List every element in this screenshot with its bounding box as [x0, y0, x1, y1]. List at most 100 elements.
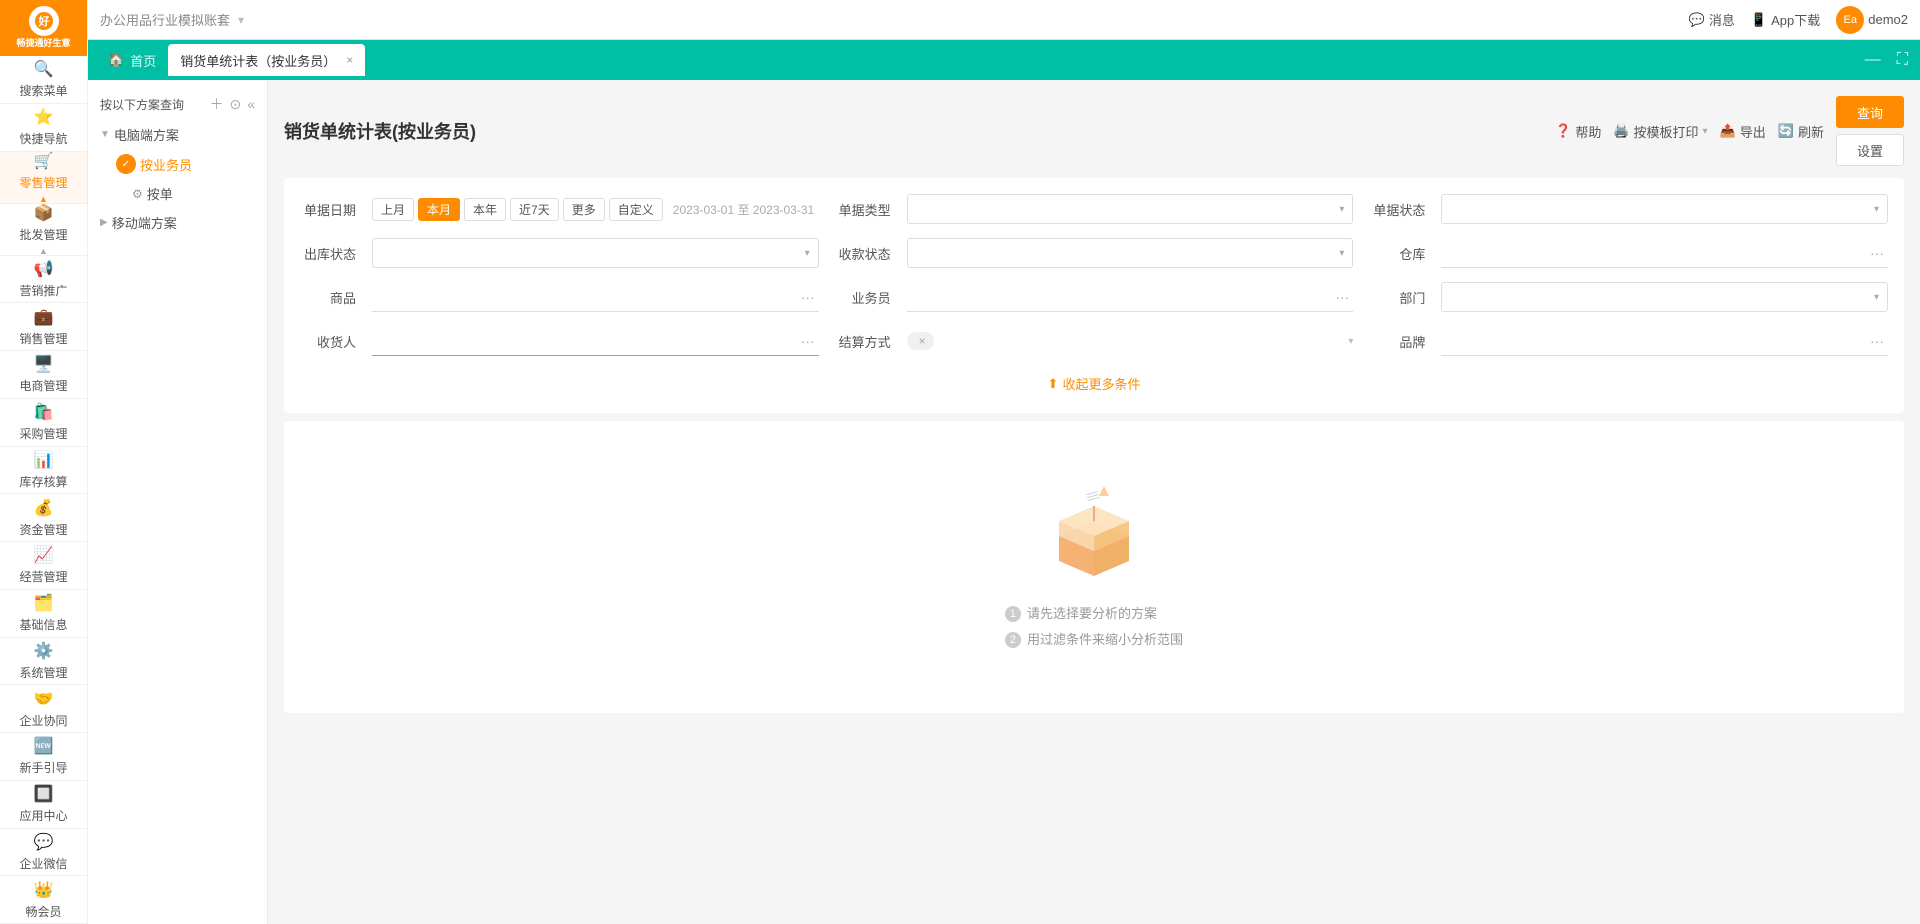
- goods-input[interactable]: ···: [372, 282, 819, 312]
- settlement-label: 结算方式: [835, 332, 891, 351]
- sidebar-item-purchase[interactable]: 🛍️ 采购管理: [0, 399, 88, 447]
- collapse-panel-btn[interactable]: «: [247, 96, 255, 112]
- inventory-icon: 📊: [34, 450, 54, 470]
- message-label: 消息: [1709, 10, 1735, 29]
- payment-status-select[interactable]: ▾: [907, 238, 1354, 268]
- app-download-label: App下载: [1771, 10, 1820, 29]
- query-button[interactable]: 查询: [1836, 96, 1904, 128]
- date-year-btn[interactable]: 本年: [464, 198, 506, 221]
- sidebar-item-ecom[interactable]: 🖥️ 电商管理: [0, 351, 88, 399]
- export-icon: 📤: [1720, 123, 1736, 139]
- brand-dots[interactable]: ···: [1870, 333, 1884, 349]
- topbar-right: 💬 消息 📱 App下载 Ea demo2: [1689, 6, 1908, 34]
- filter-section: 单据日期 上月 本月 本年 近7天 更多 自定义 2023-03-01 至 20…: [284, 178, 1904, 413]
- salesperson-col: ···: [907, 282, 1354, 312]
- tree-item-single[interactable]: ⚙ 按单: [88, 179, 267, 208]
- sidebar-item-sales[interactable]: 💼 销售管理: [0, 303, 88, 351]
- refresh-label: 刷新: [1798, 122, 1824, 141]
- marketing-icon: 📢: [34, 259, 54, 279]
- sidebar-item-search[interactable]: 🔍 搜索菜单: [0, 56, 88, 104]
- sidebar: 好 畅捷通好生意 🔍 搜索菜单 ⭐ 快捷导航 🛒 零售管理 ▲ 📦 批发管理 ▲…: [0, 0, 88, 924]
- sidebar-item-inventory[interactable]: 📊 库存核算: [0, 447, 88, 495]
- brand-input[interactable]: ···: [1441, 326, 1888, 356]
- tab-sales-report[interactable]: 销货单统计表（按业务员） ×: [168, 44, 365, 76]
- dept-arrow: ▾: [1874, 292, 1879, 303]
- doc-type-label: 单据类型: [835, 200, 891, 219]
- date-buttons: 上月 本月 本年 近7天 更多 自定义 2023-03-01 至 2023-03…: [372, 198, 814, 221]
- date-more-btn[interactable]: 更多: [563, 198, 605, 221]
- tab-close-btn[interactable]: ×: [346, 53, 353, 67]
- tab-home[interactable]: 🏠 首页: [96, 44, 168, 76]
- sidebar-item-retail[interactable]: 🛒 零售管理 ▲: [0, 152, 88, 204]
- tree-pc-label: 电脑端方案: [114, 125, 179, 144]
- date-week-btn[interactable]: 近7天: [510, 198, 559, 221]
- help-btn[interactable]: ❓ 帮助: [1555, 122, 1601, 141]
- doc-type-select[interactable]: ▾: [907, 194, 1354, 224]
- maximize-btn[interactable]: ⛶: [1893, 47, 1912, 73]
- wechat-icon: 💬: [34, 832, 54, 852]
- salesperson-input[interactable]: ···: [907, 282, 1354, 312]
- sidebar-item-wholesale[interactable]: 📦 批发管理 ▲: [0, 204, 88, 256]
- sidebar-item-purchase-label: 采购管理: [19, 425, 67, 442]
- sidebar-item-inventory-label: 库存核算: [19, 473, 67, 490]
- sidebar-item-apps[interactable]: 🔲 应用中心: [0, 781, 88, 829]
- warehouse-input[interactable]: ···: [1441, 238, 1888, 268]
- print-btn[interactable]: 🖨️ 按模板打印 ▾: [1613, 122, 1707, 141]
- consignee-input[interactable]: ···: [372, 326, 819, 356]
- wholesale-icon: 📦: [34, 203, 54, 223]
- consignee-col: ···: [372, 326, 819, 356]
- sidebar-item-operation[interactable]: 📈 经营管理: [0, 542, 88, 590]
- user-menu[interactable]: Ea demo2: [1836, 6, 1908, 34]
- add-scheme-btn[interactable]: ＋: [209, 94, 223, 114]
- sidebar-item-basic[interactable]: 🗂️ 基础信息: [0, 590, 88, 638]
- sidebar-item-quick-nav[interactable]: ⭐ 快捷导航: [0, 104, 88, 152]
- date-curr-btn[interactable]: 本月: [418, 198, 460, 221]
- date-prev-btn[interactable]: 上月: [372, 198, 414, 221]
- sidebar-item-newuser[interactable]: 🆕 新手引导: [0, 733, 88, 781]
- svg-text:好: 好: [37, 14, 49, 28]
- stock-status-select[interactable]: ▾: [372, 238, 819, 268]
- tree-item-salesperson[interactable]: ✓ 按业务员: [88, 149, 267, 179]
- tip-text-2: 用过滤条件来缩小分析范围: [1027, 627, 1183, 653]
- basic-icon: 🗂️: [34, 593, 54, 613]
- sidebar-item-newuser-label: 新手引导: [19, 759, 67, 776]
- message-btn[interactable]: 💬 消息: [1689, 10, 1735, 29]
- topbar-dropdown-arrow[interactable]: ▾: [238, 13, 244, 27]
- right-panel: 销货单统计表(按业务员) ❓ 帮助 🖨️ 按模板打印 ▾ 📤 导出: [268, 80, 1920, 924]
- refresh-btn[interactable]: 🔄 刷新: [1778, 122, 1824, 141]
- settings-button[interactable]: 设置: [1836, 134, 1904, 166]
- tree-mobile-section[interactable]: ▶ 移动端方案: [88, 208, 267, 237]
- warehouse-dots[interactable]: ···: [1870, 245, 1884, 261]
- consignee-dots[interactable]: ···: [801, 333, 815, 349]
- sidebar-item-marketing[interactable]: 📢 营销推广: [0, 256, 88, 304]
- tree-pc-section[interactable]: ▼ 电脑端方案: [88, 120, 267, 149]
- single-icon: ⚙: [132, 187, 143, 201]
- sidebar-item-finance-label: 资金管理: [19, 521, 67, 538]
- sidebar-item-enterprise[interactable]: 🤝 企业协同: [0, 685, 88, 733]
- username: demo2: [1868, 12, 1908, 27]
- settlement-tag-close[interactable]: ×: [919, 334, 926, 348]
- goods-dots[interactable]: ···: [801, 289, 815, 305]
- salesperson-dots[interactable]: ···: [1335, 289, 1349, 305]
- minimize-btn[interactable]: —: [1861, 47, 1885, 73]
- tip-num-1: 1: [1005, 606, 1021, 622]
- dept-select[interactable]: ▾: [1441, 282, 1888, 312]
- sidebar-item-wechat[interactable]: 💬 企业微信: [0, 829, 88, 877]
- date-custom-btn[interactable]: 自定义: [609, 198, 663, 221]
- sidebar-item-retail-label: 零售管理: [19, 174, 67, 191]
- export-btn[interactable]: 📤 导出: [1720, 122, 1766, 141]
- user-avatar: Ea: [1836, 6, 1864, 34]
- sidebar-item-finance[interactable]: 💰 资金管理: [0, 494, 88, 542]
- collapse-btn[interactable]: ⬆ 收起更多条件: [1036, 370, 1153, 397]
- empty-state: 1 请先选择要分析的方案 2 用过滤条件来缩小分析范围: [284, 421, 1904, 713]
- goods-col: ···: [372, 282, 819, 312]
- quick-nav-icon: ⭐: [34, 107, 54, 127]
- page-title: 销货单统计表(按业务员): [284, 118, 476, 144]
- collapse-row: ⬆ 收起更多条件: [300, 370, 1888, 397]
- edit-scheme-btn[interactable]: ⊙: [229, 96, 241, 113]
- sidebar-item-member[interactable]: 👑 畅会员: [0, 876, 88, 924]
- sidebar-item-system[interactable]: ⚙️ 系统管理: [0, 638, 88, 686]
- doc-status-select[interactable]: ▾: [1441, 194, 1888, 224]
- date-range: 2023-03-01 至 2023-03-31: [673, 201, 814, 218]
- app-download-btn[interactable]: 📱 App下载: [1751, 10, 1820, 29]
